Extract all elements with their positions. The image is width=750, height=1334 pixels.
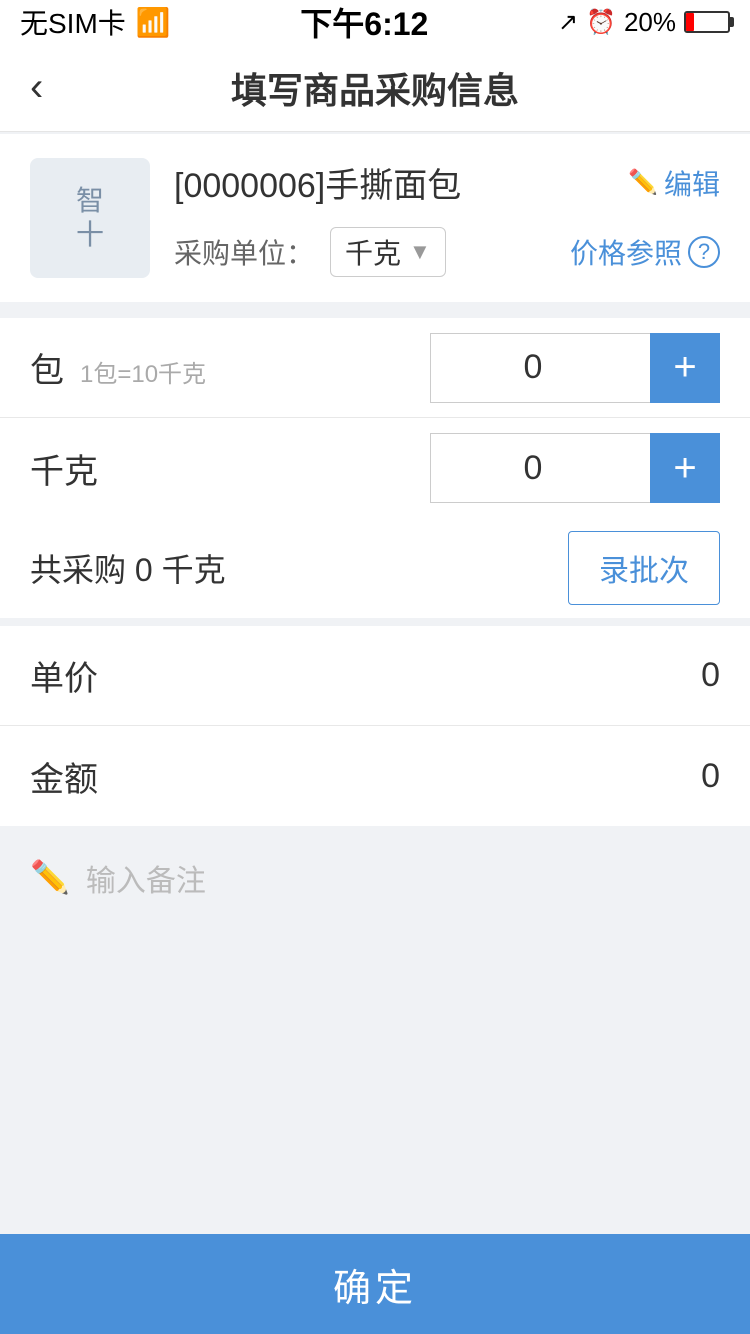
wifi-icon: 📶 <box>136 6 171 39</box>
product-logo: 智 十 <box>76 184 104 251</box>
total-row: 共采购 0 千克 录批次 <box>0 518 750 618</box>
price-row-unit: 单价 0 <box>0 626 750 726</box>
status-bar-right: ↗ ⏰ 20% <box>558 7 730 38</box>
qty-input-bao[interactable] <box>430 333 650 403</box>
qty-input-wrap-kg: + <box>430 433 720 503</box>
battery-icon <box>684 11 730 33</box>
product-name: [0000006]手撕面包 <box>174 158 461 207</box>
confirm-button[interactable]: 确定 <box>0 1234 750 1334</box>
qty-plus-bao[interactable]: + <box>650 333 720 403</box>
qty-label-bao: 包 <box>30 343 64 392</box>
battery-label: 20% <box>624 7 676 38</box>
product-card: 智 十 [0000006]手撕面包 ✏️ 编辑 采购单位： 千克 ▼ 价格参照 <box>0 134 750 310</box>
price-label-unit: 单价 <box>30 651 98 700</box>
price-reference-button[interactable]: 价格参照 ? <box>570 232 720 272</box>
batch-button[interactable]: 录批次 <box>568 531 720 605</box>
qty-input-kg[interactable] <box>430 433 650 503</box>
bottom-spacer <box>0 1026 750 1226</box>
price-label-amount: 金额 <box>30 752 98 801</box>
section-divider-2 <box>0 618 750 626</box>
page-title: 填写商品采购信息 <box>231 62 519 114</box>
qty-sublabel-bao: 1包=10千克 <box>80 354 206 389</box>
qty-input-wrap-bao: + <box>430 333 720 403</box>
qty-label-kg: 千克 <box>30 444 98 493</box>
price-value-amount: 0 <box>701 757 720 796</box>
product-name-row: [0000006]手撕面包 ✏️ 编辑 <box>174 158 720 207</box>
help-icon: ? <box>688 236 720 268</box>
unit-label: 采购单位： <box>174 232 314 272</box>
carrier-label: 无SIM卡 <box>20 2 126 42</box>
back-button[interactable]: ‹ <box>30 65 43 110</box>
price-section: 单价 0 金额 0 <box>0 626 750 826</box>
status-bar-left: 无SIM卡 📶 <box>20 2 171 42</box>
nav-bar: ‹ 填写商品采购信息 <box>0 44 750 132</box>
pencil-icon: ✏️ <box>30 858 70 896</box>
quantity-row-bao: 包 1包=10千克 + <box>0 318 750 418</box>
unit-row: 采购单位： 千克 ▼ 价格参照 ? <box>174 227 720 277</box>
qty-plus-kg[interactable]: + <box>650 433 720 503</box>
quantity-row-kg: 千克 + <box>0 418 750 518</box>
product-info: [0000006]手撕面包 ✏️ 编辑 采购单位： 千克 ▼ 价格参照 ? <box>174 158 720 277</box>
location-icon: ↗ <box>558 8 578 37</box>
chevron-down-icon: ▼ <box>409 239 431 265</box>
price-value-unit: 0 <box>701 656 720 695</box>
alarm-icon: ⏰ <box>586 8 616 37</box>
notes-placeholder: 输入备注 <box>86 856 206 900</box>
notes-section[interactable]: ✏️ 输入备注 <box>0 826 750 1026</box>
time-label: 下午6:12 <box>300 0 428 45</box>
total-label: 共采购 0 千克 <box>30 545 226 591</box>
product-thumbnail: 智 十 <box>30 158 150 278</box>
price-row-amount: 金额 0 <box>0 726 750 826</box>
quantity-section: 包 1包=10千克 + 千克 + <box>0 318 750 518</box>
status-bar: 无SIM卡 📶 下午6:12 ↗ ⏰ 20% <box>0 0 750 44</box>
section-divider-1 <box>0 310 750 318</box>
unit-select[interactable]: 千克 ▼ <box>330 227 446 277</box>
edit-button[interactable]: ✏️ 编辑 <box>628 163 720 203</box>
